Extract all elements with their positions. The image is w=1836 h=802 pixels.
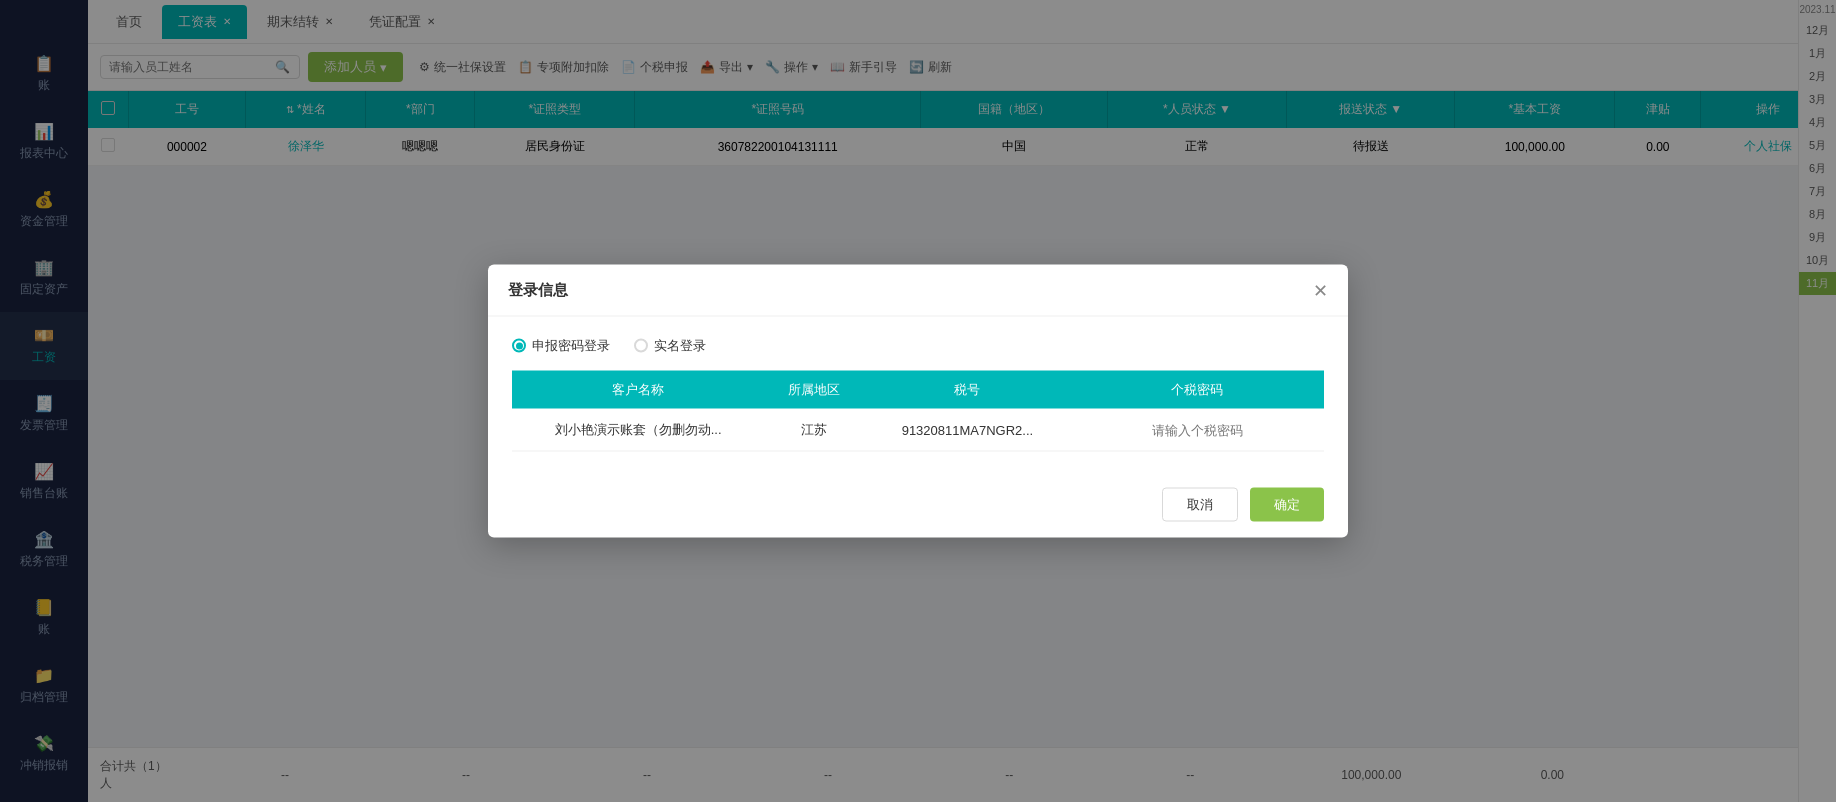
col-client-name: 客户名称 (512, 371, 764, 409)
tax-password-input[interactable] (1082, 422, 1312, 437)
radio-realname-login[interactable]: 实名登录 (634, 337, 706, 355)
login-type-radio-group: 申报密码登录 实名登录 (512, 337, 1324, 355)
col-region: 所属地区 (764, 371, 864, 409)
dialog-close-button[interactable]: ✕ (1313, 281, 1328, 299)
radio-password-circle (512, 339, 526, 353)
col-tax-id: 税号 (865, 371, 1071, 409)
region-cell: 江苏 (764, 409, 864, 452)
dialog-header: 登录信息 ✕ (488, 265, 1348, 317)
confirm-button[interactable]: 确定 (1250, 488, 1324, 522)
login-dialog: 登录信息 ✕ 申报密码登录 实名登录 客户名称 所属地区 税号 个税密码 (488, 265, 1348, 538)
tax-id-cell: 91320811MA7NGR2... (865, 409, 1071, 452)
client-name-cell: 刘小艳演示账套（勿删勿动... (512, 409, 764, 452)
cancel-button[interactable]: 取消 (1162, 488, 1238, 522)
col-tax-password: 个税密码 (1070, 371, 1324, 409)
radio-realname-circle (634, 339, 648, 353)
tax-password-cell[interactable] (1070, 409, 1324, 452)
radio-password-login[interactable]: 申报密码登录 (512, 337, 610, 355)
dialog-body: 申报密码登录 实名登录 客户名称 所属地区 税号 个税密码 刘小艳演示账套（勿删… (488, 317, 1348, 472)
client-table: 客户名称 所属地区 税号 个税密码 刘小艳演示账套（勿删勿动... 江苏 913… (512, 371, 1324, 452)
dialog-title: 登录信息 (508, 281, 568, 300)
client-table-row: 刘小艳演示账套（勿删勿动... 江苏 91320811MA7NGR2... (512, 409, 1324, 452)
dialog-footer: 取消 确定 (488, 472, 1348, 538)
